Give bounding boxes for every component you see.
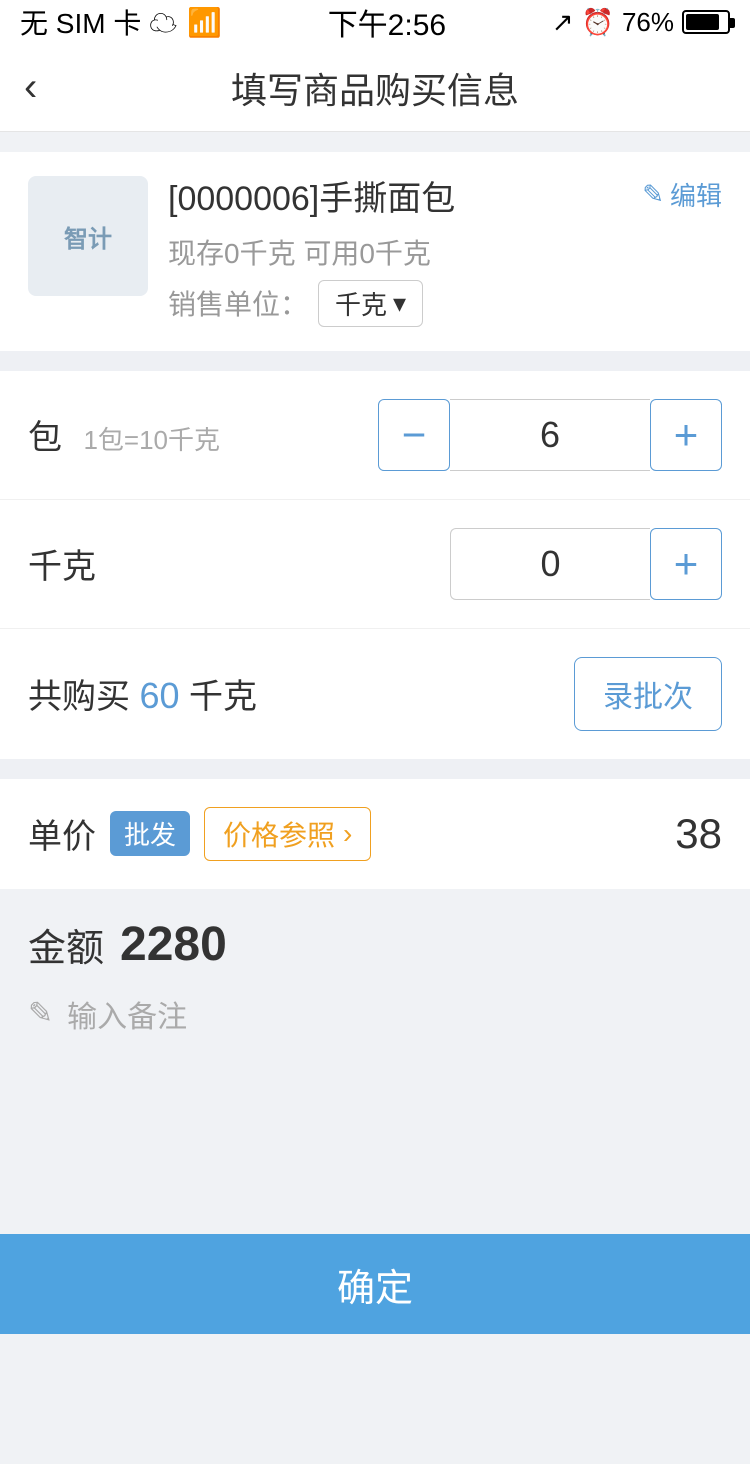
unit-chevron-icon: ▾ [393, 288, 406, 319]
price-ref-chevron-icon: › [343, 818, 352, 850]
battery-icon [682, 10, 730, 34]
qty-input-kg[interactable] [450, 528, 650, 600]
wifi-icon: 📶 [187, 6, 222, 39]
status-time: 下午2:56 [328, 0, 446, 44]
amount-value: 2280 [120, 917, 227, 972]
quantity-section: 包 1包=10千克 − + 千克 + [0, 371, 750, 629]
price-tag: 批发 [110, 811, 190, 856]
alarm-icon: ⏰ [582, 7, 614, 38]
total-amount: 60 [139, 675, 179, 716]
amount-section: 金额 2280 ✎ 输入备注 [0, 889, 750, 1064]
nav-bar: ‹ 填写商品购买信息 [0, 44, 750, 132]
status-right: ↗ ⏰ 76% [552, 7, 730, 38]
back-button[interactable]: ‹ [24, 65, 37, 110]
unit-value: 千克 [335, 285, 387, 322]
location-icon: ↗ [552, 7, 574, 38]
qty-row-bao: 包 1包=10千克 − + [0, 371, 750, 500]
price-value: 38 [675, 810, 722, 858]
confirm-label: 确定 [337, 1257, 413, 1312]
thumb-text: 智计 [64, 219, 112, 254]
qty-input-bao[interactable] [450, 399, 650, 471]
divider-1 [0, 351, 750, 371]
amount-label: 金额 [28, 917, 104, 972]
total-row: 共购买 60 千克 录批次 [0, 629, 750, 759]
qty-controls-kg: + [450, 528, 722, 600]
status-left: 无 SIM 卡 ☁ 📶 [20, 2, 222, 42]
divider-2 [0, 759, 750, 779]
qty-label-kg: 千克 [28, 539, 450, 588]
price-section: 单价 批发 价格参照 › 38 [0, 779, 750, 889]
qty-controls-bao: − + [378, 399, 722, 471]
price-ref-button[interactable]: 价格参照 › [204, 807, 371, 861]
status-bar: 无 SIM 卡 ☁ 📶 下午2:56 ↗ ⏰ 76% [0, 0, 750, 44]
confirm-bar[interactable]: 确定 [0, 1234, 750, 1334]
note-placeholder: 输入备注 [67, 992, 187, 1036]
product-stock: 现存0千克 可用0千克 [168, 232, 622, 272]
note-row[interactable]: ✎ 输入备注 [28, 972, 722, 1064]
qty-plus-kg[interactable]: + [650, 528, 722, 600]
qty-hint-bao: 1包=10千克 [83, 425, 220, 455]
product-name: [0000006]手撕面包 [168, 176, 622, 224]
edit-button[interactable]: ✎ 编辑 [642, 176, 722, 213]
sim-status: 无 SIM 卡 ☁ [20, 2, 177, 42]
amount-row: 金额 2280 [28, 917, 722, 972]
qty-plus-bao[interactable]: + [650, 399, 722, 471]
unit-select[interactable]: 千克 ▾ [318, 280, 423, 327]
page-title: 填写商品购买信息 [231, 62, 519, 114]
edit-icon: ✎ [642, 179, 664, 210]
price-ref-label: 价格参照 [223, 814, 335, 854]
batch-button[interactable]: 录批次 [574, 657, 722, 731]
qty-label-bao: 包 1包=10千克 [28, 410, 378, 459]
note-icon: ✎ [28, 996, 53, 1031]
qty-row-kg: 千克 + [0, 500, 750, 629]
product-thumbnail: 智计 [28, 176, 148, 296]
product-info: [0000006]手撕面包 现存0千克 可用0千克 销售单位： 千克 ▾ [168, 176, 622, 327]
edit-label: 编辑 [670, 176, 722, 213]
total-text: 共购买 60 千克 [28, 669, 257, 718]
product-unit-row: 销售单位： 千克 ▾ [168, 280, 622, 327]
product-card: 智计 [0000006]手撕面包 现存0千克 可用0千克 销售单位： 千克 ▾ … [0, 152, 750, 351]
qty-minus-bao[interactable]: − [378, 399, 450, 471]
battery-percent: 76% [622, 7, 674, 38]
price-label: 单价 [28, 809, 96, 858]
